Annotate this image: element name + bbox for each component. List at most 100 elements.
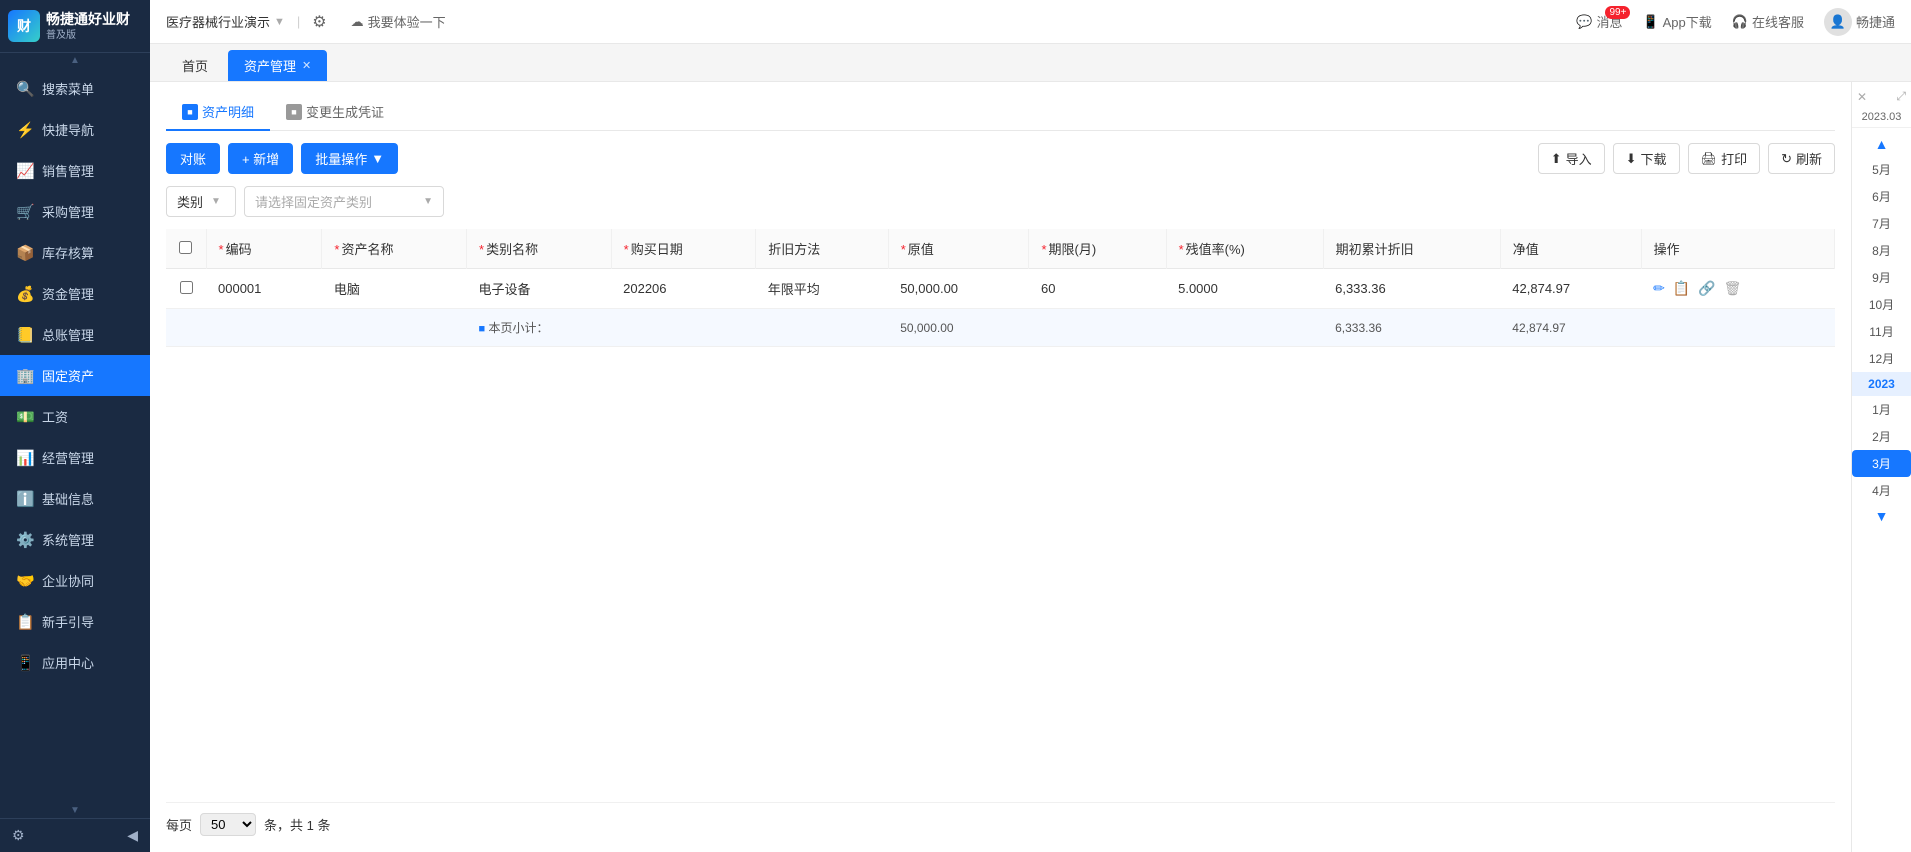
th-accumulated-depreciation: 期初累计折旧 xyxy=(1323,229,1500,269)
th-purchase-date: *购买日期 xyxy=(611,229,756,269)
cal-month-5[interactable]: 5月 xyxy=(1852,156,1911,183)
sidebar-item-label: 系统管理 xyxy=(42,530,94,549)
row-checkbox[interactable] xyxy=(180,281,193,294)
delete-icon[interactable]: 🗑 xyxy=(1724,280,1742,297)
toolbar: 对账 + 新增 批量操作 ▼ ⬆ 导入 ⬇ 下载 xyxy=(166,143,1835,174)
sidebar-item-label: 应用中心 xyxy=(42,653,94,672)
app-name: 畅捷通好业财 xyxy=(46,10,130,28)
asset-detail-icon: ■ xyxy=(182,104,198,120)
cal-month-10[interactable]: 10月 xyxy=(1852,291,1911,318)
col-period-label: 期限(月) xyxy=(1049,242,1097,257)
edit-icon[interactable]: ✏ xyxy=(1653,280,1665,297)
td-subtotal-original-value: 50,000.00 xyxy=(888,309,1029,347)
close-tab-icon[interactable]: ✕ xyxy=(302,59,311,72)
cal-month-3-current[interactable]: 3月 xyxy=(1852,450,1911,477)
td-checkbox xyxy=(166,269,206,309)
cal-month-2[interactable]: 2月 xyxy=(1852,423,1911,450)
link-icon[interactable]: 🔗 xyxy=(1698,280,1715,297)
sidebar-item-cooperation[interactable]: 🤝 企业协同 xyxy=(0,560,150,601)
category-label: 类别 xyxy=(177,192,203,211)
cal-month-1[interactable]: 1月 xyxy=(1852,396,1911,423)
avatar: 👤 xyxy=(1824,8,1852,36)
messages-badge: 99+ xyxy=(1605,6,1630,19)
sidebar-item-ledger[interactable]: 📒 总账管理 xyxy=(0,314,150,355)
right-panel-calendar: ✕ ⤢ 2023.03 ▲ 5月 6月 7月 8月 9月 10月 11月 12月… xyxy=(1851,82,1911,852)
sidebar-item-inventory[interactable]: 📦 库存核算 xyxy=(0,232,150,273)
cal-month-9[interactable]: 9月 xyxy=(1852,264,1911,291)
sidebar-item-business[interactable]: 📊 经营管理 xyxy=(0,437,150,478)
cal-month-6[interactable]: 6月 xyxy=(1852,183,1911,210)
cal-month-8[interactable]: 8月 xyxy=(1852,237,1911,264)
refresh-button[interactable]: ↻ 刷新 xyxy=(1768,143,1835,174)
settings-icon[interactable]: ⚙ xyxy=(12,827,25,844)
collapse-icon[interactable]: ◀ xyxy=(127,827,138,844)
sidebar-bottom: ⚙ ◀ xyxy=(0,818,150,852)
sidebar-scroll-down[interactable]: ▼ xyxy=(70,805,80,816)
calendar-scroll-down[interactable]: ▼ xyxy=(1875,504,1889,528)
td-subtotal-empty4 xyxy=(756,309,888,347)
print-icon: 🖨 xyxy=(1701,151,1718,167)
tab-home[interactable]: 首页 xyxy=(166,50,224,81)
sidebar-item-quick-nav[interactable]: ⚡ 快捷导航 xyxy=(0,109,150,150)
sidebar-item-label: 企业协同 xyxy=(42,571,94,590)
action-icons: ✏ 📋 🔗 🗑 xyxy=(1653,280,1822,297)
capital-icon: 💰 xyxy=(16,285,34,303)
reconcile-button[interactable]: 对账 xyxy=(166,143,220,174)
sidebar-item-guide[interactable]: 📋 新手引导 xyxy=(0,601,150,642)
print-label: 打印 xyxy=(1721,149,1747,168)
sidebar-item-search[interactable]: 🔍 搜索菜单 xyxy=(0,68,150,109)
td-subtotal-empty3 xyxy=(322,309,467,347)
subtab-change-voucher[interactable]: ■ 变更生成凭证 xyxy=(270,94,400,131)
app-download-btn[interactable]: 📱 App下载 xyxy=(1642,12,1711,31)
panel-expand-button[interactable]: ⤢ xyxy=(1895,88,1907,105)
salary-icon: 💵 xyxy=(16,408,34,426)
calendar-scroll-up[interactable]: ▲ xyxy=(1875,132,1889,156)
tab-asset-management[interactable]: 资产管理 ✕ xyxy=(228,50,327,81)
td-code: 000001 xyxy=(206,269,322,309)
sidebar-item-capital[interactable]: 💰 资金管理 xyxy=(0,273,150,314)
category-filter-input[interactable]: 请选择固定资产类别 ▼ xyxy=(244,186,444,217)
th-depreciation-method: 折旧方法 xyxy=(756,229,888,269)
basic-info-icon: ℹ️ xyxy=(16,490,34,508)
copy-icon[interactable]: 📋 xyxy=(1673,280,1690,297)
sidebar-item-sales[interactable]: 📈 销售管理 xyxy=(0,150,150,191)
customer-service-btn[interactable]: 🎧 在线客服 xyxy=(1732,12,1804,31)
th-actions: 操作 xyxy=(1641,229,1834,269)
print-button[interactable]: 🖨 打印 xyxy=(1688,143,1761,174)
sidebar-item-label: 新手引导 xyxy=(42,612,94,631)
col-name-label: 资产名称 xyxy=(341,242,393,257)
sidebar-item-fixed-assets[interactable]: 🏢 固定资产 xyxy=(0,355,150,396)
cal-month-11[interactable]: 11月 xyxy=(1852,318,1911,345)
experience-btn[interactable]: ☁ 我要体验一下 xyxy=(351,12,446,31)
batch-button[interactable]: 批量操作 ▼ xyxy=(301,143,398,174)
per-page-label: 每页 xyxy=(166,815,192,834)
cal-month-7[interactable]: 7月 xyxy=(1852,210,1911,237)
sidebar-item-salary[interactable]: 💵 工资 xyxy=(0,396,150,437)
cal-month-12[interactable]: 12月 xyxy=(1852,345,1911,372)
cal-month-4[interactable]: 4月 xyxy=(1852,477,1911,504)
per-page-select[interactable]: 50 100 200 xyxy=(200,813,256,836)
sidebar-item-purchase[interactable]: 🛒 采购管理 xyxy=(0,191,150,232)
panel-close-button[interactable]: ✕ xyxy=(1856,89,1868,105)
company-selector[interactable]: 医疗器械行业演示 ▼ xyxy=(166,12,285,31)
col-net-value-label: 净值 xyxy=(1513,242,1539,257)
gear-icon[interactable]: ⚙ xyxy=(312,12,326,32)
select-all-checkbox[interactable] xyxy=(179,241,192,254)
td-subtotal-empty6 xyxy=(1166,309,1323,347)
message-icon: 💬 xyxy=(1576,14,1592,30)
category-select[interactable]: 类别 ▼ xyxy=(166,186,236,217)
new-button[interactable]: + 新增 xyxy=(228,143,293,174)
user-menu[interactable]: 👤 畅捷通 xyxy=(1824,8,1895,36)
cloud-icon: ☁ xyxy=(351,14,364,30)
sidebar-item-system[interactable]: ⚙️ 系统管理 xyxy=(0,519,150,560)
col-purchase-date-label: 购买日期 xyxy=(631,242,683,257)
sidebar-item-basic-info[interactable]: ℹ️ 基础信息 xyxy=(0,478,150,519)
import-button[interactable]: ⬆ 导入 xyxy=(1538,143,1605,174)
download-button[interactable]: ⬇ 下载 xyxy=(1613,143,1680,174)
change-voucher-icon: ■ xyxy=(286,104,302,120)
sidebar-item-app-center[interactable]: 📱 应用中心 xyxy=(0,642,150,683)
messages-btn[interactable]: 💬 消息 99+ xyxy=(1576,12,1622,31)
company-name: 医疗器械行业演示 xyxy=(166,12,270,31)
subtab-asset-detail[interactable]: ■ 资产明细 xyxy=(166,94,270,131)
sidebar-scroll-up[interactable]: ▲ xyxy=(70,55,80,66)
